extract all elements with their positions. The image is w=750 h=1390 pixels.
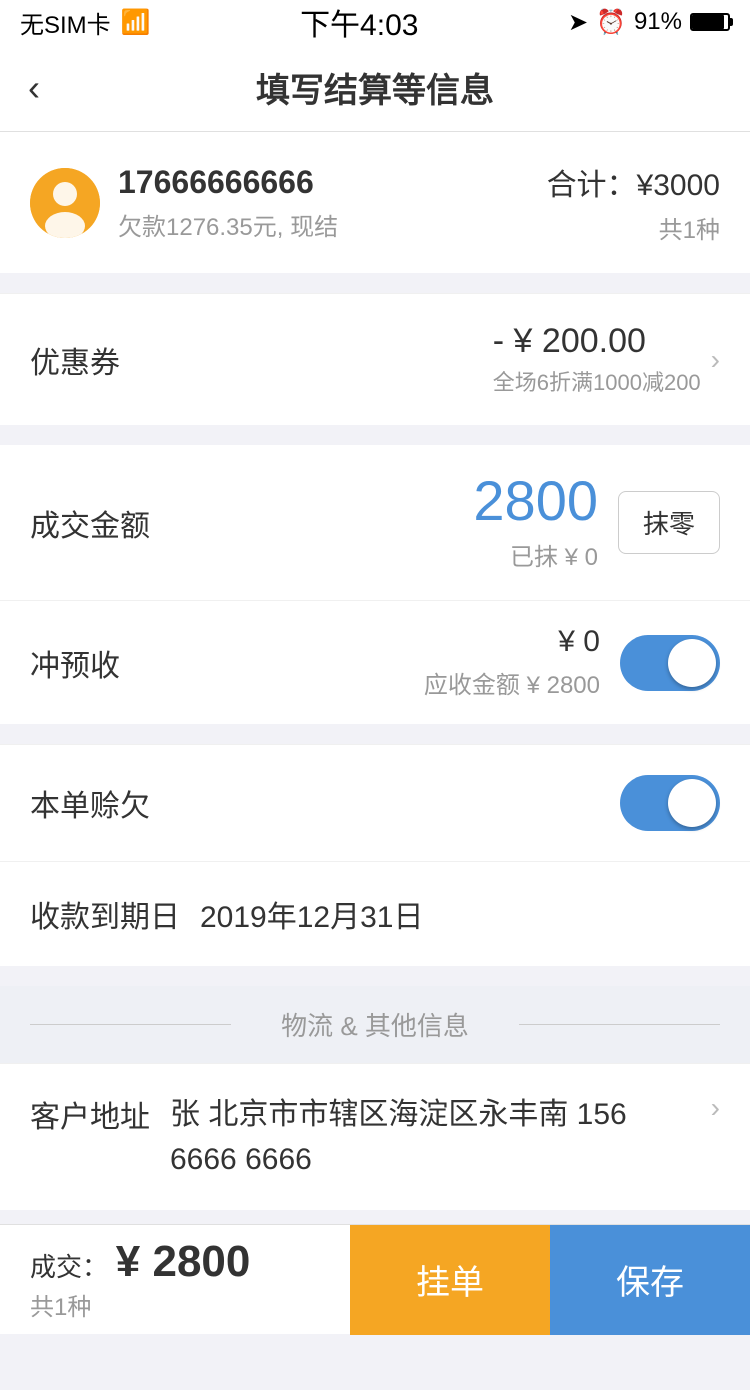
prepay-row: 冲预收 ¥ 0 应收金额 ¥ 2800 — [0, 600, 750, 724]
customer-info: 17666666666 欠款1276.35元, 现结 — [118, 164, 338, 242]
bottom-deal-amount: ¥ 2800 — [116, 1237, 251, 1286]
debt-section: 本单赊欠 收款到期日 2019年12月31日 — [0, 744, 750, 966]
save-button[interactable]: 保存 — [550, 1225, 750, 1335]
alarm-icon: ⏰ — [596, 8, 626, 37]
toggle-thumb — [668, 639, 716, 687]
debt-toggle-thumb — [668, 779, 716, 827]
address-row[interactable]: 客户地址 张 北京市市辖区海淀区永丰南 156 6666 6666 › — [0, 1063, 750, 1210]
address-value: 张 北京市市辖区海淀区永丰南 156 6666 6666 — [170, 1092, 691, 1182]
debt-row: 本单赊欠 — [0, 744, 750, 861]
section-gap-3 — [0, 966, 750, 986]
deal-label: 成交金额 — [30, 501, 150, 545]
total-count: 共1种 — [547, 210, 720, 245]
coupon-row[interactable]: 优惠券 - ¥ 200.00 全场6折满1000减200 › — [0, 293, 750, 425]
bottom-bar: 成交： ¥ 2800 共1种 挂单 保存 — [0, 1224, 750, 1334]
total-amount: 合计：¥3000 — [547, 160, 720, 204]
duedate-label: 收款到期日 — [30, 892, 180, 936]
logistics-label: 物流 & 其他信息 — [281, 1006, 469, 1043]
status-left: 无SIM卡 📶 — [20, 5, 151, 40]
no-sim-text: 无SIM卡 — [20, 5, 111, 40]
status-bar: 无SIM卡 📶 下午4:03 ➤ ⏰ 91% — [0, 0, 750, 44]
location-icon: ➤ — [568, 8, 588, 37]
battery-text: 91% — [634, 8, 682, 36]
deal-sub: 已抹 ¥ 0 — [473, 537, 598, 572]
hang-order-button[interactable]: 挂单 — [350, 1225, 550, 1335]
battery-bar — [690, 13, 730, 31]
round-zero-button[interactable]: 抹零 — [618, 491, 720, 554]
deal-amount: 2800 — [473, 473, 598, 529]
wifi-icon: 📶 — [121, 8, 151, 37]
coupon-label: 优惠券 — [30, 338, 120, 382]
coupon-right: - ¥ 200.00 全场6折满1000减200 › — [493, 322, 720, 397]
customer-debt: 欠款1276.35元, 现结 — [118, 207, 338, 242]
nav-bar: ‹ 填写结算等信息 — [0, 44, 750, 132]
prepay-right: ¥ 0 应收金额 ¥ 2800 — [424, 625, 720, 700]
divider-line-right — [519, 1024, 720, 1025]
debt-label: 本单赊欠 — [30, 781, 150, 825]
coupon-discount: - ¥ 200.00 — [493, 322, 701, 361]
address-chevron-icon: › — [711, 1092, 720, 1124]
bottom-deal-label: 成交： — [30, 1252, 108, 1282]
prepay-amount: ¥ 0 — [424, 625, 600, 659]
prepay-label: 冲预收 — [30, 641, 120, 685]
customer-right: 合计：¥3000 共1种 — [547, 160, 720, 245]
duedate-value: 2019年12月31日 — [200, 892, 423, 936]
customer-card: 17666666666 欠款1276.35元, 现结 合计：¥3000 共1种 — [0, 132, 750, 273]
prepay-amount-col: ¥ 0 应收金额 ¥ 2800 — [424, 625, 600, 700]
address-label: 客户地址 — [30, 1092, 150, 1136]
duedate-row: 收款到期日 2019年12月31日 — [0, 861, 750, 966]
deal-section: 成交金额 2800 已抹 ¥ 0 抹零 冲预收 ¥ 0 应收金额 ¥ 2800 — [0, 445, 750, 724]
customer-left: 17666666666 欠款1276.35元, 现结 — [30, 164, 338, 242]
avatar — [30, 168, 100, 238]
deal-amount-row: 成交金额 2800 已抹 ¥ 0 抹零 — [0, 445, 750, 600]
deal-amount-col: 2800 已抹 ¥ 0 — [473, 473, 598, 572]
chevron-right-icon: › — [711, 344, 720, 376]
divider-line-left — [30, 1024, 231, 1025]
bottom-deal-row: 成交： ¥ 2800 — [30, 1237, 320, 1287]
bottom-summary: 成交： ¥ 2800 共1种 — [0, 1237, 350, 1322]
page-title: 填写结算等信息 — [256, 63, 494, 112]
debt-toggle[interactable] — [620, 775, 720, 831]
prepay-sub: 应收金额 ¥ 2800 — [424, 665, 600, 700]
back-button[interactable]: ‹ — [28, 67, 40, 109]
customer-phone: 17666666666 — [118, 164, 338, 201]
logistics-divider: 物流 & 其他信息 — [0, 986, 750, 1063]
status-right: ➤ ⏰ 91% — [568, 8, 730, 37]
deal-right: 2800 已抹 ¥ 0 抹零 — [473, 473, 720, 572]
prepay-toggle[interactable] — [620, 635, 720, 691]
coupon-description: 全场6折满1000减200 — [493, 365, 701, 397]
bottom-count: 共1种 — [30, 1287, 320, 1322]
status-time: 下午4:03 — [300, 0, 418, 44]
section-gap-2 — [0, 724, 750, 744]
section-gap-1 — [0, 425, 750, 445]
